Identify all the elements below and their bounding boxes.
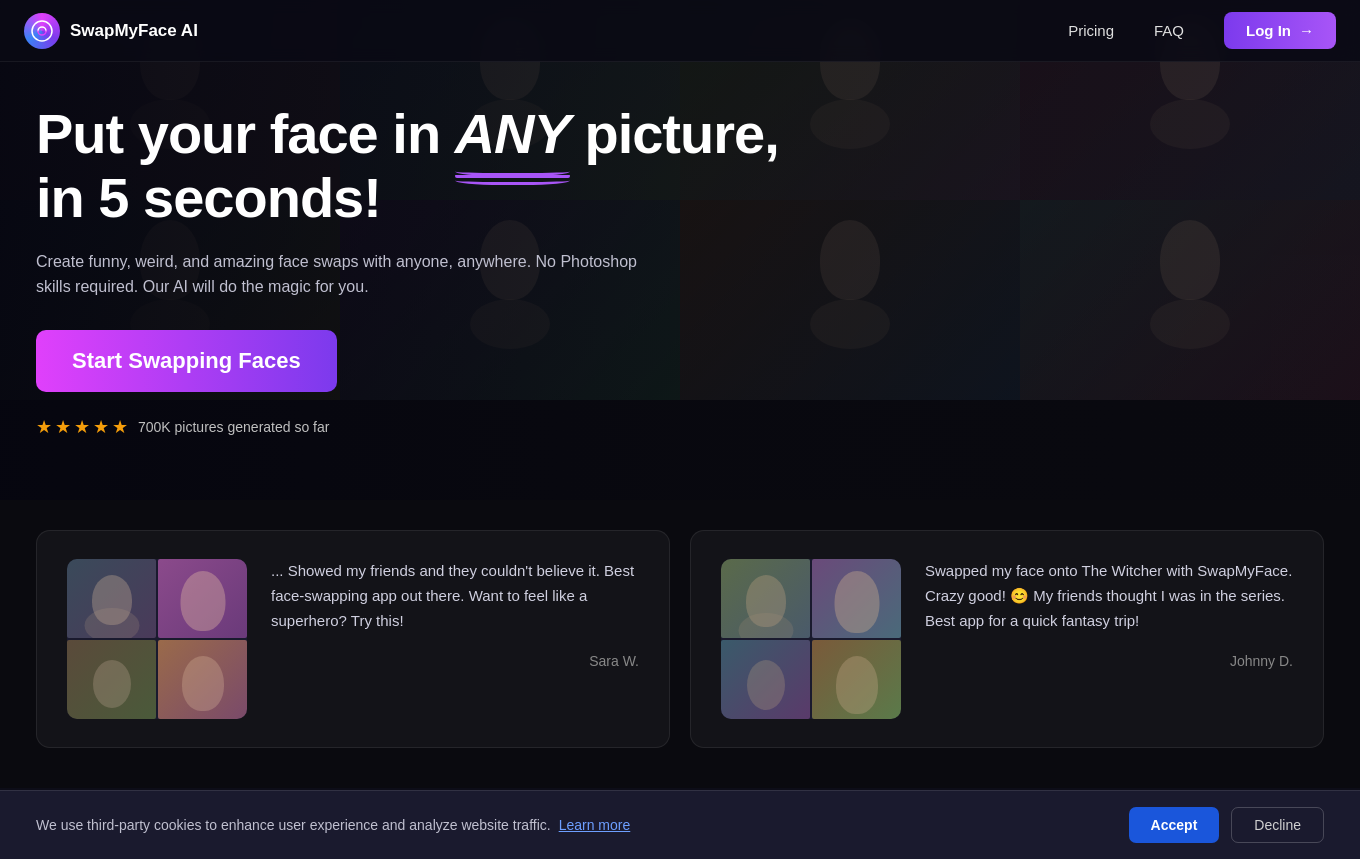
img-block-3	[67, 640, 156, 719]
img-block-4	[158, 640, 247, 719]
logo[interactable]: SwapMyFace AI	[24, 13, 198, 49]
arrow-right-icon: →	[1299, 22, 1314, 39]
img-block-2	[158, 559, 247, 638]
hero-section: Put your face in ANY picture, in 5 secon…	[0, 0, 1360, 500]
testimonial-author-sara: Sara W.	[271, 653, 639, 669]
star-1: ★	[36, 416, 52, 438]
logo-text: SwapMyFace AI	[70, 21, 198, 41]
img-block-c3	[721, 640, 810, 719]
img-block-c1	[721, 559, 810, 638]
cookie-learn-more-link[interactable]: Learn more	[559, 817, 631, 833]
cookie-accept-button[interactable]: Accept	[1129, 807, 1220, 843]
cookie-text: We use third-party cookies to enhance us…	[36, 817, 551, 833]
nav-link-pricing[interactable]: Pricing	[1068, 22, 1114, 39]
star-3: ★	[74, 416, 90, 438]
cookie-banner: We use third-party cookies to enhance us…	[0, 790, 1360, 859]
testimonial-image-sara	[67, 559, 247, 719]
testimonial-body-sara: ... Showed my friends and they couldn't …	[271, 559, 639, 669]
nav-links: Pricing FAQ Log In →	[1068, 12, 1336, 49]
img-block-1	[67, 559, 156, 638]
hero-title: Put your face in ANY picture, in 5 secon…	[36, 102, 796, 231]
svg-point-0	[32, 21, 52, 41]
testimonial-author-johnny: Johnny D.	[925, 653, 1293, 669]
logo-icon	[24, 13, 60, 49]
hero-title-part1: Put your face in	[36, 102, 455, 165]
login-button[interactable]: Log In →	[1224, 12, 1336, 49]
hero-subtitle: Create funny, weird, and amazing face sw…	[36, 249, 656, 300]
testimonial-card-johnny: Swapped my face onto The Witcher with Sw…	[690, 530, 1324, 748]
star-rating: ★ ★ ★ ★ ★	[36, 416, 128, 438]
testimonial-image-johnny	[721, 559, 901, 719]
star-2: ★	[55, 416, 71, 438]
navbar: SwapMyFace AI Pricing FAQ Log In →	[0, 0, 1360, 62]
testimonial-body-johnny: Swapped my face onto The Witcher with Sw…	[925, 559, 1293, 669]
stats-text: 700K pictures generated so far	[138, 419, 329, 435]
cookie-decline-button[interactable]: Decline	[1231, 807, 1324, 843]
any-underline	[455, 174, 570, 178]
cookie-actions: Accept Decline	[1129, 807, 1324, 843]
hero-title-any: ANY	[455, 102, 570, 166]
img-block-c2	[812, 559, 901, 638]
testimonial-text-sara: ... Showed my friends and they couldn't …	[271, 559, 639, 633]
testimonial-card-sara: ... Showed my friends and they couldn't …	[36, 530, 670, 748]
star-5: ★	[112, 416, 128, 438]
hero-content: Put your face in ANY picture, in 5 secon…	[0, 62, 1360, 498]
hero-stats: ★ ★ ★ ★ ★ 700K pictures generated so far	[36, 416, 1324, 438]
start-swapping-button[interactable]: Start Swapping Faces	[36, 330, 337, 392]
cookie-text-area: We use third-party cookies to enhance us…	[36, 817, 630, 833]
testimonial-text-johnny: Swapped my face onto The Witcher with Sw…	[925, 559, 1293, 633]
star-4: ★	[93, 416, 109, 438]
testimonials-section: ... Showed my friends and they couldn't …	[0, 500, 1360, 788]
nav-link-faq[interactable]: FAQ	[1154, 22, 1184, 39]
img-block-c4	[812, 640, 901, 719]
